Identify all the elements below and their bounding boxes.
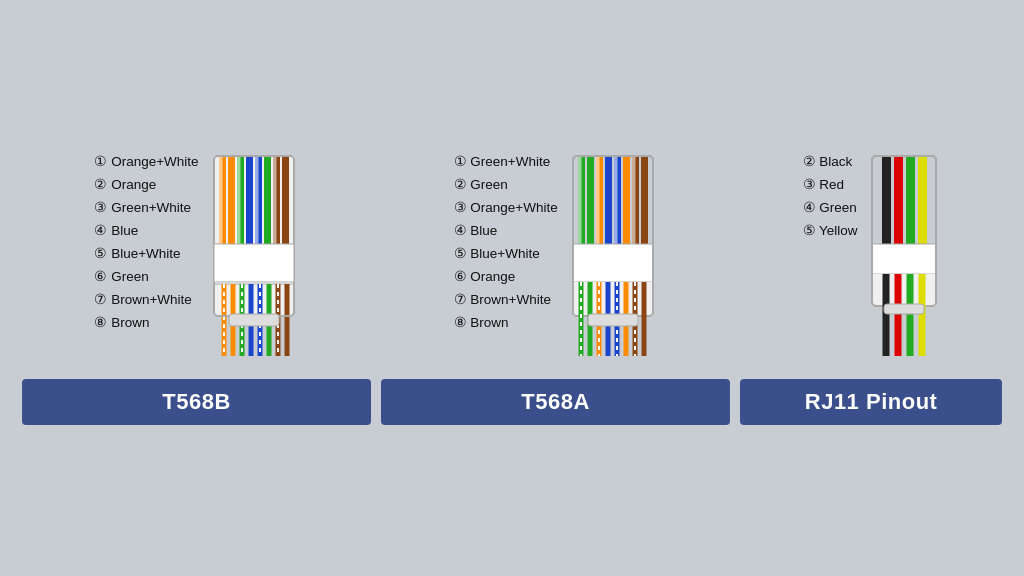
list-item: ④ Blue [94,220,198,243]
list-item: ⑤ Blue+White [94,243,198,266]
list-item: ② Green [454,174,558,197]
svg-rect-68 [588,314,638,326]
svg-rect-33 [264,156,271,246]
rj45-a-svg [568,151,658,361]
list-item: ③ Orange+White [454,197,558,220]
rj11-label: RJ11 Pinout [740,379,1002,425]
svg-rect-54 [573,282,653,316]
list-item: ① Orange+White [94,151,198,174]
svg-rect-69 [882,156,891,246]
svg-rect-81 [884,304,924,314]
list-item: ④ Green [803,197,858,220]
svg-rect-29 [237,156,241,246]
t568b-content: ① Orange+White ② Orange ③ Green+White ④ … [22,151,371,361]
svg-rect-26 [219,156,223,246]
section-t568a: ① Green+White ② Green ③ Orange+White ④ B… [381,151,730,425]
t568b-wire-list: ① Orange+White ② Orange ③ Green+White ④ … [94,151,198,335]
list-item: ① Green+White [454,151,558,174]
svg-rect-44 [596,156,600,246]
main-container: ① Orange+White ② Orange ③ Green+White ④ … [22,151,1002,425]
svg-rect-45 [605,156,612,246]
svg-rect-36 [282,156,289,246]
list-item: ⑦ Brown+White [454,289,558,312]
list-item: ③ Green+White [94,197,198,220]
svg-rect-75 [872,274,936,306]
t568a-label: T568A [381,379,730,425]
svg-rect-50 [632,156,636,246]
list-item: ⑤ Blue+White [454,243,558,266]
svg-rect-30 [246,156,253,246]
list-item: ⑦ Brown+White [94,289,198,312]
list-item: ⑧ Brown [94,312,198,335]
svg-rect-42 [587,156,594,246]
svg-rect-51 [641,156,648,246]
svg-rect-71 [906,156,915,246]
t568a-wire-list: ① Green+White ② Green ③ Orange+White ④ B… [454,151,558,335]
list-item: ⑥ Green [94,266,198,289]
svg-rect-53 [573,244,653,282]
svg-rect-41 [578,156,582,246]
svg-rect-32 [255,156,259,246]
section-rj11: ② Black ③ Red ④ Green ⑤ Yellow [740,151,1002,425]
t568b-label: T568B [22,379,371,425]
svg-rect-74 [872,244,936,274]
list-item: ② Orange [94,174,198,197]
t568a-content: ① Green+White ② Green ③ Orange+White ④ B… [381,151,730,361]
svg-rect-48 [623,156,630,246]
rj11-svg [868,151,940,361]
svg-rect-72 [918,156,927,246]
list-item: ④ Blue [454,220,558,243]
rj11-content: ② Black ③ Red ④ Green ⑤ Yellow [740,151,1002,361]
svg-rect-38 [214,244,294,282]
rj45-b-svg [209,151,299,361]
svg-rect-47 [614,156,618,246]
rj11-wire-list: ② Black ③ Red ④ Green ⑤ Yellow [803,151,858,243]
svg-rect-35 [273,156,277,246]
rj11-connector [868,151,940,361]
svg-rect-70 [894,156,903,246]
list-item: ③ Red [803,174,858,197]
list-item: ② Black [803,151,858,174]
section-t568b: ① Orange+White ② Orange ③ Green+White ④ … [22,151,371,425]
list-item: ⑧ Brown [454,312,558,335]
t568a-connector [568,151,658,361]
svg-rect-39 [229,314,279,326]
list-item: ⑥ Orange [454,266,558,289]
list-item: ⑤ Yellow [803,220,858,243]
svg-rect-27 [228,156,235,246]
t568b-connector [209,151,299,361]
